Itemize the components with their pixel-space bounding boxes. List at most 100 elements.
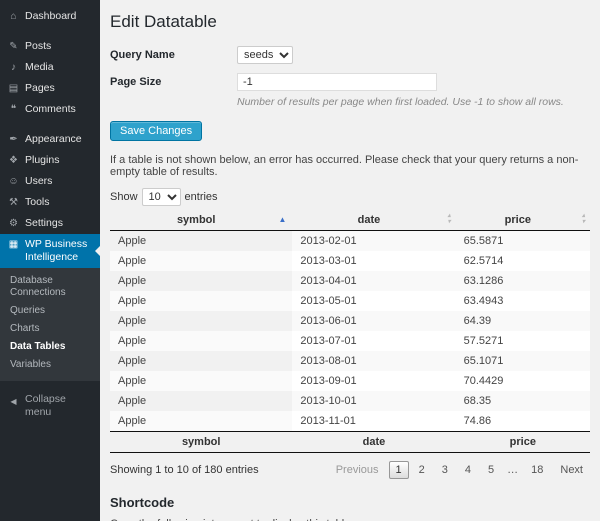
cell-price: 62.5714 (463, 255, 504, 267)
cell-date: 2013-06-01 (300, 315, 357, 327)
cell-date: 2013-03-01 (300, 255, 357, 267)
sidebar-item-label: Users (25, 175, 53, 187)
sort-icon: ▴ ▾ (447, 213, 451, 225)
table-header-row: symbol ▲ date ▴ ▾ price ▴ ▾ (110, 210, 590, 231)
table-row: Apple 2013-06-01 64.39 (110, 311, 590, 331)
page-button-18[interactable]: 18 (524, 461, 550, 479)
sidebar-item-media[interactable]: ♪ Media (0, 57, 100, 78)
cell-price: 68.35 (463, 395, 492, 407)
menu-separator (0, 120, 100, 129)
menu-separator (0, 27, 100, 36)
cell-price: 63.1286 (463, 275, 504, 287)
sidebar-item-label: Appearance (25, 133, 82, 145)
sort-ascending-icon: ▲ (278, 215, 287, 224)
appearance-icon: ✒ (9, 134, 18, 145)
cell-date: 2013-07-01 (300, 335, 357, 347)
table-bottom-bar: Showing 1 to 10 of 180 entries Previous … (110, 453, 590, 485)
cell-symbol: Apple (110, 311, 293, 331)
table-footer-row: symbol date price (110, 431, 590, 453)
submenu-item-queries[interactable]: Queries (0, 302, 100, 320)
column-header-price[interactable]: price ▴ ▾ (455, 210, 590, 231)
sidebar-item-pages[interactable]: ▤ Pages (0, 78, 100, 99)
cell-symbol: Apple (110, 411, 293, 432)
footer-column-price: price (455, 431, 590, 453)
sidebar-item-label: Comments (25, 103, 76, 115)
entries-label: entries (184, 191, 218, 203)
column-header-symbol[interactable]: symbol ▲ (110, 210, 293, 231)
column-header-label: symbol (176, 214, 216, 226)
previous-page-button[interactable]: Previous (329, 461, 386, 479)
collapse-menu-button[interactable]: ◀ Collapse menu (0, 389, 100, 423)
table-row: Apple 2013-07-01 57.5271 (110, 331, 590, 351)
page-size-help-text: Number of results per page when first lo… (237, 96, 564, 108)
table-row: Apple 2013-02-01 65.5871 (110, 230, 590, 251)
admin-sidebar: ⌂ Dashboard ✎ Posts ♪ Media ▤ Pages ❝ Co… (0, 0, 100, 521)
sidebar-item-label: Plugins (25, 154, 60, 166)
next-page-button[interactable]: Next (553, 461, 590, 479)
cell-price: 65.5871 (463, 235, 504, 247)
entries-per-page-select[interactable]: 10 (141, 188, 181, 206)
chart-icon: ▦ (8, 239, 19, 250)
cell-price: 74.86 (463, 415, 492, 427)
cell-date: 2013-05-01 (300, 295, 357, 307)
plugins-icon: ❖ (9, 155, 18, 166)
page-button-4[interactable]: 4 (458, 461, 478, 479)
sidebar-item-plugins[interactable]: ❖ Plugins (0, 150, 100, 171)
column-header-label: price (504, 214, 531, 226)
query-name-row: Query Name seeds (110, 46, 590, 64)
pagination: Previous 1 2 3 4 5 … 18 Next (329, 461, 590, 479)
cell-date: 2013-02-01 (300, 235, 357, 247)
collapse-arrow-icon: ◀ (10, 397, 17, 406)
main-content: Edit Datatable Query Name seeds Page Siz… (100, 0, 600, 521)
cell-date: 2013-08-01 (300, 355, 357, 367)
sidebar-item-dashboard[interactable]: ⌂ Dashboard (0, 6, 100, 27)
submenu-item-charts[interactable]: Charts (0, 320, 100, 338)
footer-column-symbol: symbol (110, 431, 293, 453)
page-button-1[interactable]: 1 (388, 461, 409, 479)
table-row: Apple 2013-10-01 68.35 (110, 391, 590, 411)
sidebar-item-users[interactable]: ☺ Users (0, 171, 100, 192)
column-header-date[interactable]: date ▴ ▾ (292, 210, 456, 231)
cell-date: 2013-04-01 (300, 275, 357, 287)
query-name-select[interactable]: seeds (237, 46, 293, 64)
submenu-item-data-tables[interactable]: Data Tables (0, 338, 100, 356)
sidebar-item-posts[interactable]: ✎ Posts (0, 36, 100, 57)
table-row: Apple 2013-09-01 70.4429 (110, 371, 590, 391)
table-error-notice: If a table is not shown below, an error … (110, 154, 579, 178)
page-button-3[interactable]: 3 (435, 461, 455, 479)
save-changes-button[interactable]: Save Changes (110, 121, 203, 141)
cell-date: 2013-09-01 (300, 375, 357, 387)
cell-symbol: Apple (110, 351, 293, 371)
sidebar-item-comments[interactable]: ❝ Comments (0, 99, 100, 120)
media-icon: ♪ (11, 62, 16, 73)
app-window: ⌂ Dashboard ✎ Posts ♪ Media ▤ Pages ❝ Co… (0, 0, 600, 521)
query-name-label: Query Name (110, 49, 175, 61)
dashboard-icon: ⌂ (10, 11, 17, 22)
page-size-label: Page Size (110, 76, 162, 88)
table-row: Apple 2013-11-01 74.86 (110, 411, 590, 432)
shortcode-heading: Shortcode (110, 495, 175, 510)
cell-symbol: Apple (110, 391, 293, 411)
sidebar-item-wp-business-intelligence[interactable]: ▦ WP Business Intelligence (0, 234, 100, 268)
table-info: Showing 1 to 10 of 180 entries (110, 464, 259, 476)
tools-icon: ⚒ (9, 197, 18, 208)
comments-icon: ❝ (10, 104, 17, 115)
cell-symbol: Apple (110, 291, 293, 311)
cell-symbol: Apple (110, 371, 293, 391)
submenu-item-variables[interactable]: Variables (0, 356, 100, 374)
entries-length-control: Show 10 entries (110, 188, 590, 206)
page-button-5[interactable]: 5 (481, 461, 501, 479)
cell-price: 57.5271 (463, 335, 504, 347)
page-button-2[interactable]: 2 (412, 461, 432, 479)
cell-date: 2013-10-01 (300, 395, 357, 407)
show-label: Show (110, 191, 138, 203)
page-size-field: Number of results per page when first lo… (237, 73, 564, 108)
sidebar-item-settings[interactable]: ⚙ Settings (0, 213, 100, 234)
page-size-input[interactable] (237, 73, 437, 91)
results-table: symbol ▲ date ▴ ▾ price ▴ ▾ Apple 2013-0… (110, 210, 590, 453)
column-header-label: date (357, 214, 381, 226)
submenu-item-database-connections[interactable]: Database Connections (0, 272, 100, 302)
sidebar-item-tools[interactable]: ⚒ Tools (0, 192, 100, 213)
cell-price: 70.4429 (463, 375, 504, 387)
sidebar-item-appearance[interactable]: ✒ Appearance (0, 129, 100, 150)
